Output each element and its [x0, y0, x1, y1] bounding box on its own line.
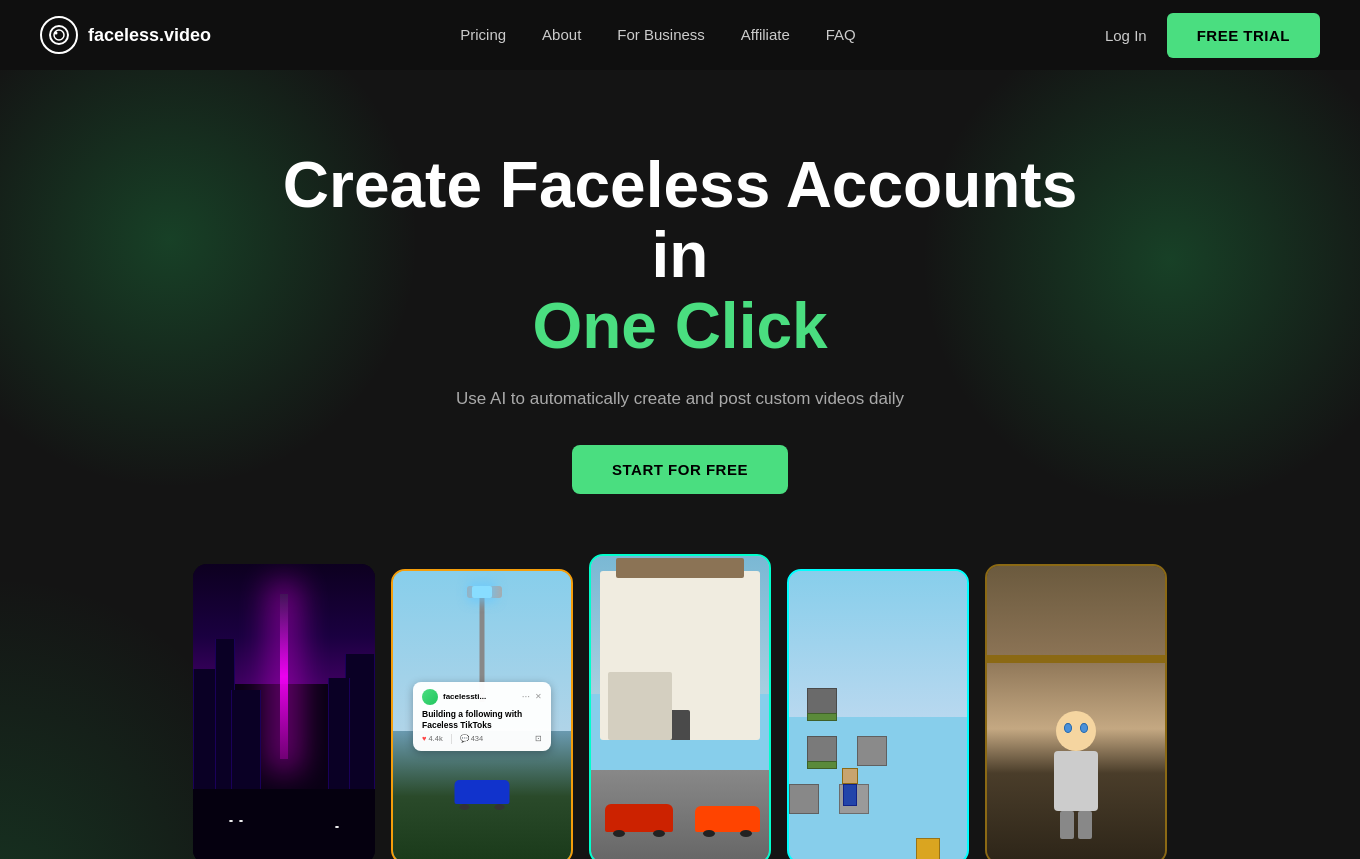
social-divider	[451, 734, 452, 744]
nav-pricing[interactable]: Pricing	[460, 26, 506, 43]
navbar: faceless.video Pricing About For Busines…	[0, 0, 1360, 70]
cyberpunk-beam	[280, 594, 288, 759]
brand-logo[interactable]: faceless.video	[40, 16, 211, 54]
building-3	[231, 690, 261, 804]
luxury-car-1	[605, 804, 673, 832]
luxury-car-2	[695, 806, 760, 832]
svg-point-1	[54, 30, 64, 40]
hero-section: Create Faceless Accounts in One Click Us…	[0, 70, 1360, 859]
mc-grass-1	[807, 761, 837, 769]
social-save: ⊡	[535, 734, 542, 743]
social-avatar	[422, 689, 438, 705]
social-close: ✕	[535, 692, 542, 701]
login-button[interactable]: Log In	[1105, 27, 1147, 44]
nav-about[interactable]: About	[542, 26, 581, 43]
baby-shelf	[987, 655, 1165, 663]
social-comments: 💬 434	[460, 734, 484, 743]
logo-icon	[40, 16, 78, 54]
free-trial-button[interactable]: FREE TRIAL	[1167, 13, 1320, 58]
video-grid: facelessti... ··· ✕ Building a following…	[193, 554, 1167, 859]
baby-figure	[1054, 711, 1098, 839]
car-light-3	[335, 826, 339, 828]
mc-body	[843, 784, 857, 806]
svg-point-2	[55, 32, 58, 35]
mc-yellow-block	[916, 838, 940, 859]
hero-content: Create Faceless Accounts in One Click Us…	[280, 150, 1080, 494]
social-likes: ♥ 4.4k	[422, 734, 443, 743]
baby-eye-left	[1064, 723, 1072, 733]
luxury-house	[600, 571, 760, 739]
nav-affiliate[interactable]: Affiliate	[741, 26, 790, 43]
hero-title-line1: Create Faceless Accounts in	[283, 149, 1077, 291]
baby-legs	[1054, 811, 1098, 839]
mc-block-4	[789, 784, 819, 814]
hero-title-line2: One Click	[280, 291, 1080, 361]
minecraft-figure	[842, 768, 858, 806]
nav-faq[interactable]: FAQ	[826, 26, 856, 43]
mc-block-2	[857, 736, 887, 766]
video-card-luxury[interactable]	[589, 554, 771, 859]
social-name: facelessti...	[443, 692, 486, 701]
building-5	[328, 678, 350, 804]
start-for-free-button[interactable]: START FOR FREE	[572, 445, 788, 494]
video-card-minecraft[interactable]	[787, 569, 969, 859]
social-title: Building a following with Faceless TikTo…	[422, 709, 542, 731]
baby-leg-right	[1078, 811, 1092, 839]
luxury-garage	[608, 672, 672, 739]
race-light-beam	[472, 586, 492, 598]
baby-eyes	[1056, 711, 1096, 733]
baby-body	[1054, 751, 1098, 811]
minecraft-terrain	[789, 702, 967, 859]
baby-eye-right	[1080, 723, 1088, 733]
nav-for-business[interactable]: For Business	[617, 26, 705, 43]
luxury-door	[670, 710, 690, 740]
social-overlay-card: facelessti... ··· ✕ Building a following…	[413, 682, 551, 751]
cyberpunk-street	[193, 789, 375, 859]
social-dots: ···	[522, 691, 530, 702]
video-card-baby[interactable]	[985, 564, 1167, 859]
brand-name: faceless.video	[88, 25, 211, 46]
nav-links: Pricing About For Business Affiliate FAQ	[460, 26, 856, 44]
hero-subtitle: Use AI to automatically create and post …	[280, 389, 1080, 409]
baby-head	[1056, 711, 1096, 751]
luxury-roof	[616, 558, 744, 578]
baby-leg-left	[1060, 811, 1074, 839]
mc-grass-2	[807, 713, 837, 721]
car-light-2	[239, 820, 243, 822]
race-car	[455, 780, 510, 804]
mc-head	[842, 768, 858, 784]
svg-point-0	[50, 26, 68, 44]
video-card-race[interactable]: facelessti... ··· ✕ Building a following…	[391, 569, 573, 859]
hero-title: Create Faceless Accounts in One Click	[280, 150, 1080, 361]
nav-actions: Log In FREE TRIAL	[1105, 13, 1320, 58]
video-card-cyberpunk[interactable]	[193, 564, 375, 859]
